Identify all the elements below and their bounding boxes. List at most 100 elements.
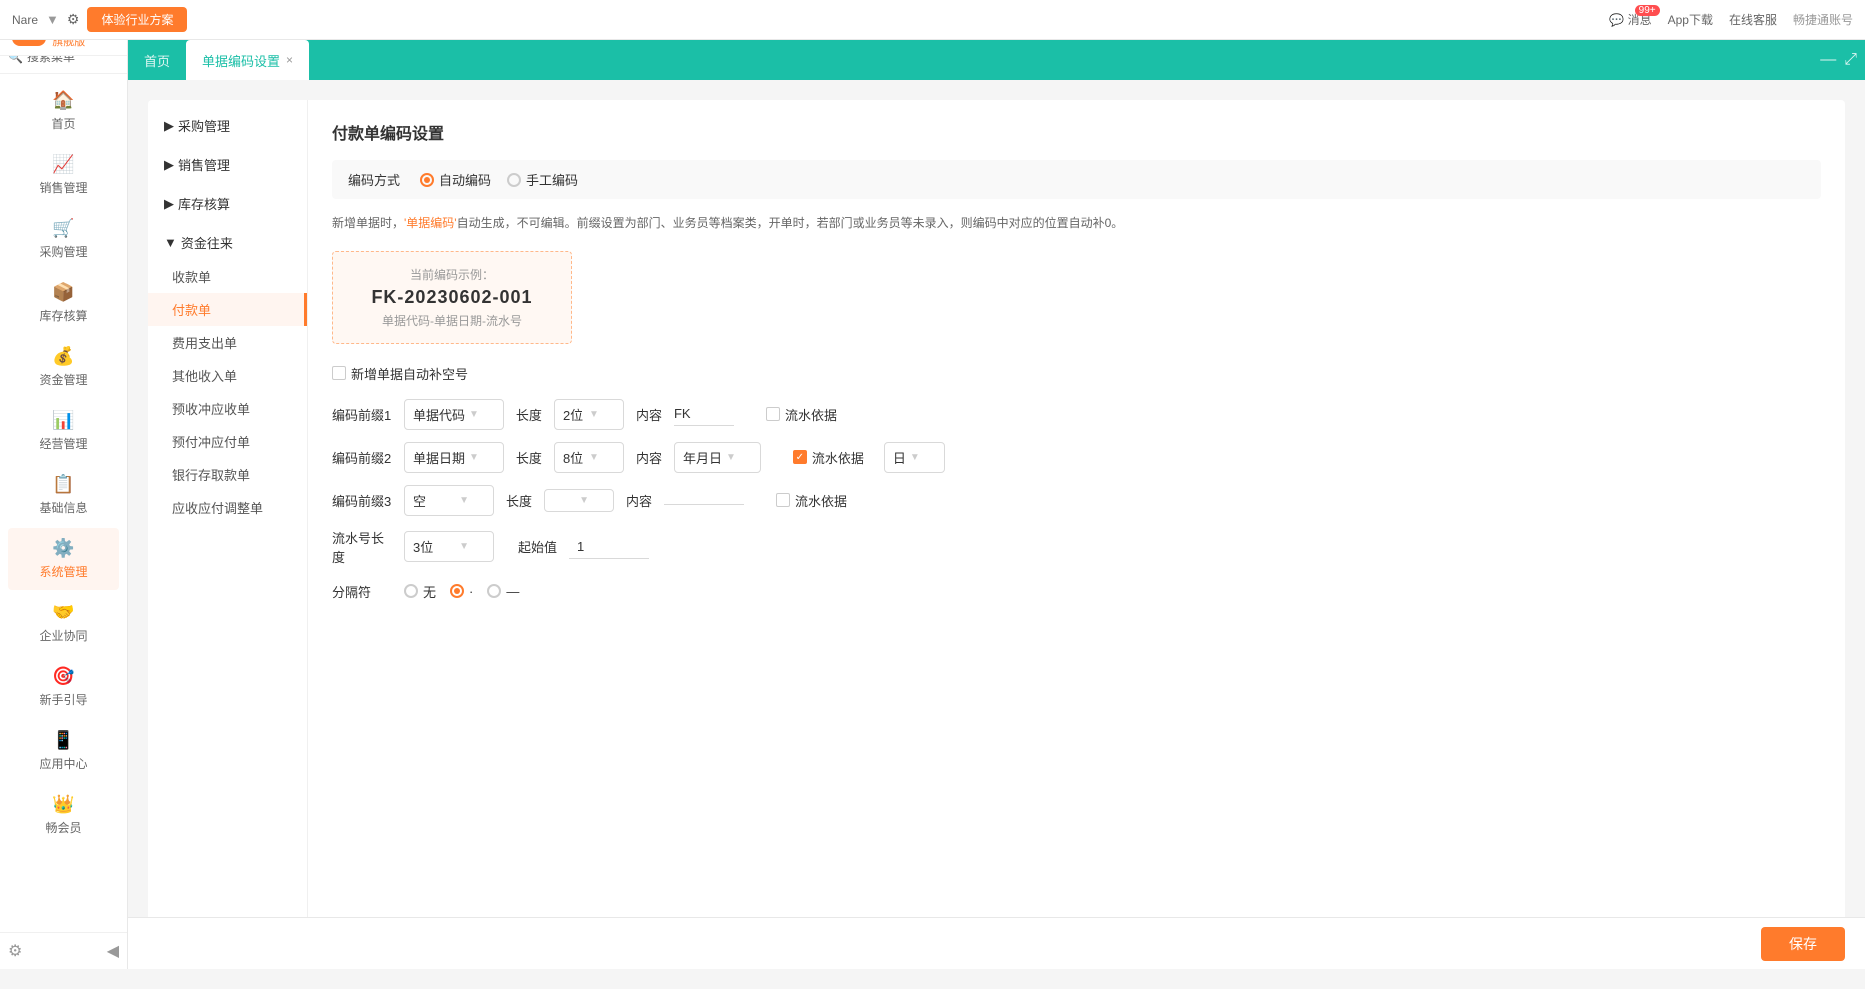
prefix3-select[interactable]: 空 ▼ — [404, 485, 494, 516]
prefix2-length-value: 8位 — [563, 448, 583, 467]
prefix2-length-select[interactable]: 8位 ▼ — [554, 442, 624, 473]
prefix1-serial-checkbox[interactable]: 流水依据 — [766, 405, 837, 424]
sidebar-item-label: 销售管理 — [39, 179, 87, 196]
settings-icon[interactable]: ⚙ — [67, 11, 80, 28]
finance-icon: 💰 — [52, 346, 74, 367]
serial-length-select[interactable]: 3位 ▼ — [404, 531, 494, 562]
sidebar-item-label: 经营管理 — [39, 435, 87, 452]
inventory-icon: 📦 — [52, 282, 74, 303]
sidebar-item-apps[interactable]: 📱 应用中心 — [8, 720, 119, 782]
sidebar-item-inventory[interactable]: 📦 库存核算 — [8, 272, 119, 334]
message-badge-btn[interactable]: 💬 消息 99+ — [1609, 11, 1651, 28]
serial-row: 流水号长度 3位 ▼ 起始值 1 — [332, 528, 1821, 566]
prefix2-period-select[interactable]: 日 ▼ — [884, 442, 945, 473]
prefix2-arrow: ▼ — [469, 452, 479, 463]
sidebar-item-operations[interactable]: 📊 经营管理 — [8, 400, 119, 462]
sidebar-item-basic[interactable]: 📋 基础信息 — [8, 464, 119, 526]
save-button[interactable]: 保存 — [1761, 927, 1845, 961]
sidebar-item-label: 库存核算 — [39, 307, 87, 324]
sidebar-item-label: 资金管理 — [39, 371, 87, 388]
preview-label: 当前编码示例： — [357, 266, 547, 283]
tab-current[interactable]: 单据编码设置 × — [186, 40, 309, 80]
separator-row: 分隔符 无 · — — [332, 582, 1821, 601]
submenu-item-receipt[interactable]: 收款单 — [148, 260, 307, 293]
prefix1-select[interactable]: 单据代码 ▼ — [404, 399, 504, 430]
manual-encode-label: 手工编码 — [526, 170, 578, 189]
tab-home-label: 首页 — [144, 51, 170, 70]
auto-fill-checkbox[interactable]: 新增单据自动补空号 — [332, 364, 468, 383]
radio-auto-encode[interactable]: 自动编码 — [420, 170, 491, 189]
tab-home[interactable]: 首页 — [128, 40, 186, 80]
submenu-sales-title[interactable]: ▶ 销售管理 — [148, 147, 307, 182]
submenu-item-pre-receive[interactable]: 预收冲应收单 — [148, 392, 307, 425]
tab-minimize-icon[interactable]: — — [1820, 51, 1836, 69]
prefix3-content-input[interactable] — [664, 496, 744, 505]
preview-box: 当前编码示例： FK-20230602-001 单据代码-单据日期-流水号 — [332, 251, 572, 344]
serial-length-arrow: ▼ — [459, 541, 469, 552]
submenu-item-adjust[interactable]: 应收应付调整单 — [148, 491, 307, 524]
submenu-inventory-title[interactable]: ▶ 库存核算 — [148, 186, 307, 221]
sidebar-item-home[interactable]: 🏠 首页 — [8, 80, 119, 142]
submenu-item-payment[interactable]: 付款单 — [148, 293, 307, 326]
sidebar-settings-icon[interactable]: ⚙ — [8, 941, 22, 961]
sidebar-item-sales[interactable]: 📈 销售管理 — [8, 144, 119, 206]
sep-none-option[interactable]: 无 — [404, 582, 436, 601]
chevron-down-icon: ▼ — [164, 235, 177, 250]
prefix3-serial-label: 流水依据 — [795, 491, 847, 510]
auto-fill-label: 新增单据自动补空号 — [351, 364, 468, 383]
prefix1-content-label: 内容 — [636, 405, 662, 424]
sidebar-item-system[interactable]: ⚙️ 系统管理 — [8, 528, 119, 590]
auto-fill-row: 新增单据自动补空号 — [332, 364, 1821, 383]
submenu-item-other-income[interactable]: 其他收入单 — [148, 359, 307, 392]
serial-start-input[interactable]: 1 — [569, 535, 649, 559]
submenu-item-pre-pay[interactable]: 预付冲应付单 — [148, 425, 307, 458]
tab-expand-icon[interactable]: ⤢ — [1844, 51, 1857, 69]
prefix2-content-arrow: ▼ — [726, 452, 736, 463]
encode-method-bar: 编码方式 自动编码 手工编码 — [332, 160, 1821, 199]
prefix1-length-select[interactable]: 2位 ▼ — [554, 399, 624, 430]
prefix3-serial-checkbox[interactable]: 流水依据 — [776, 491, 847, 510]
sidebar-item-label: 系统管理 — [39, 563, 87, 580]
sidebar-item-finance[interactable]: 💰 资金管理 — [8, 336, 119, 398]
submenu-group-finance: ▼ 资金往来 收款单 付款单 费用支出单 其他收入单 预收冲应收单 预付冲应付单… — [148, 225, 307, 524]
online-service-link[interactable]: 在线客服 — [1729, 11, 1777, 28]
prefix3-length-select[interactable]: ▼ — [544, 489, 614, 512]
submenu-finance-title[interactable]: ▼ 资金往来 — [148, 225, 307, 260]
prefix2-label: 编码前缀2 — [332, 448, 392, 467]
chevron-right-icon: ▶ — [164, 118, 174, 134]
app-download-link[interactable]: App下载 — [1668, 11, 1713, 28]
sidebar-item-enterprise[interactable]: 🤝 企业协同 — [8, 592, 119, 654]
sidebar-item-member[interactable]: 👑 畅会员 — [8, 784, 119, 846]
sep-dash-dot — [487, 584, 501, 598]
prefix2-content-select[interactable]: 年月日 ▼ — [674, 442, 761, 473]
tab-close-icon[interactable]: × — [286, 53, 293, 67]
tab-bar: 首页 单据编码设置 × — ⤢ — [128, 40, 1865, 80]
submenu-purchase-title[interactable]: ▶ 采购管理 — [148, 108, 307, 143]
prefix1-length-arrow: ▼ — [589, 409, 599, 420]
user-avatar[interactable]: 畅捷通账号 — [1793, 11, 1853, 28]
basic-icon: 📋 — [52, 474, 74, 495]
radio-manual-encode[interactable]: 手工编码 — [507, 170, 578, 189]
prefix2-serial-box-checked: ✓ — [793, 450, 807, 464]
sep-dot-option[interactable]: · — [450, 584, 473, 599]
sidebar-bottom: ⚙ ◀ — [0, 932, 127, 969]
prefix2-select[interactable]: 单据日期 ▼ — [404, 442, 504, 473]
separator-options: 无 · — — [404, 582, 519, 601]
sidebar-item-label: 企业协同 — [39, 627, 87, 644]
submenu-group-sales: ▶ 销售管理 — [148, 147, 307, 182]
sidebar-collapse-icon[interactable]: ◀ — [107, 941, 119, 961]
dropdown-arrow-icon[interactable]: ▼ — [46, 12, 59, 27]
prefix3-content-label: 内容 — [626, 491, 652, 510]
prefix1-arrow: ▼ — [469, 409, 479, 420]
sidebar-item-newguide[interactable]: 🎯 新手引导 — [8, 656, 119, 718]
newguide-icon: 🎯 — [52, 666, 74, 687]
submenu-item-bank[interactable]: 银行存取款单 — [148, 458, 307, 491]
prefix2-serial-checkbox[interactable]: ✓ 流水依据 — [793, 448, 864, 467]
sep-dash-option[interactable]: — — [487, 584, 519, 599]
submenu-item-expense[interactable]: 费用支出单 — [148, 326, 307, 359]
trial-btn[interactable]: 体验行业方案 — [87, 7, 187, 32]
prefix1-content-input[interactable]: FK — [674, 402, 734, 426]
sidebar-item-purchase[interactable]: 🛒 采购管理 — [8, 208, 119, 270]
sidebar-nav: 🏠 首页 📈 销售管理 🛒 采购管理 📦 库存核算 💰 资金管理 📊 经营管理 … — [0, 74, 127, 932]
purchase-icon: 🛒 — [52, 218, 74, 239]
